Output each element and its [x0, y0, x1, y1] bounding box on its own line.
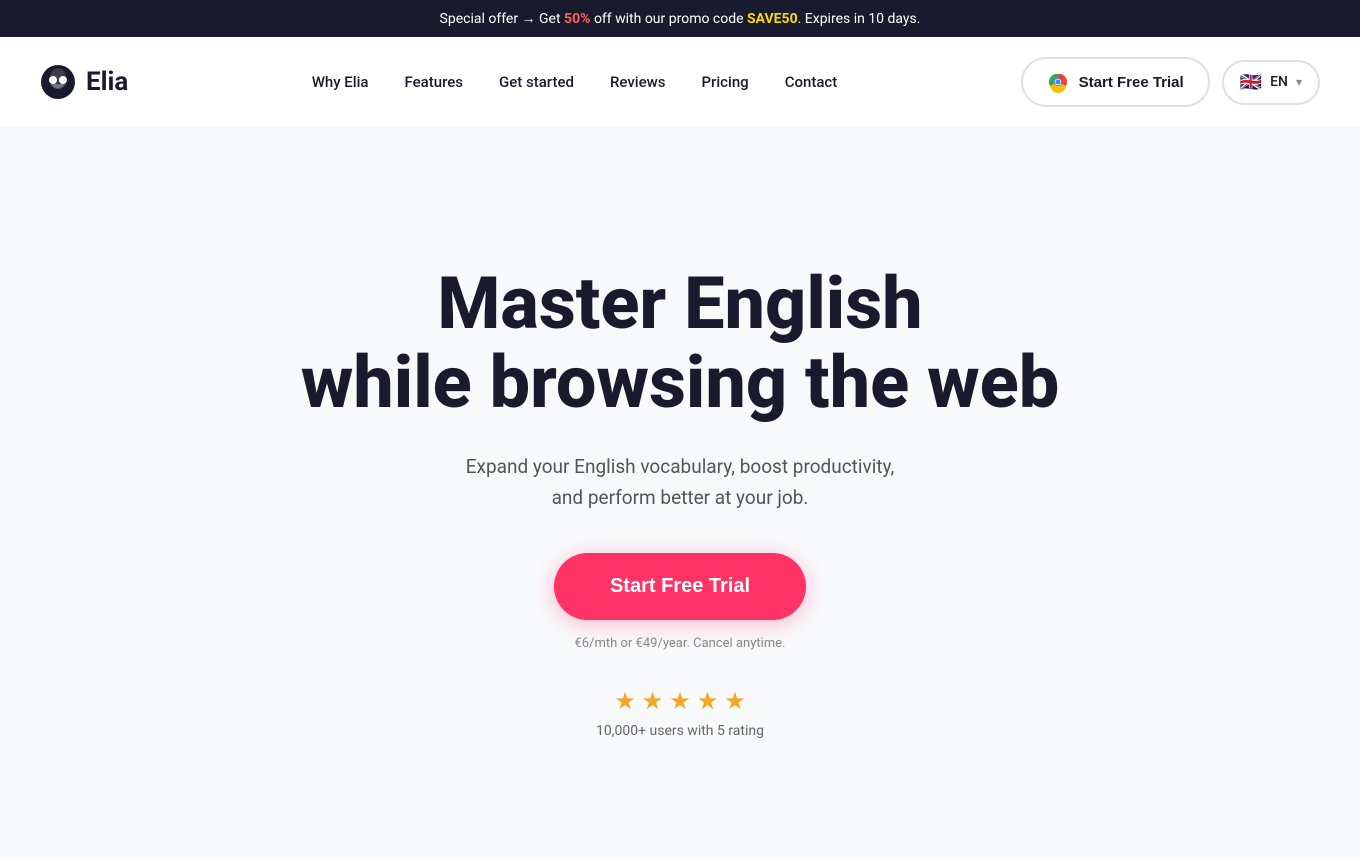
hero-subtitle-line1: Expand your English vocabulary, boost pr…: [466, 455, 895, 478]
banner-text-mid: off with our promo code: [590, 11, 747, 27]
logo-text: Elia: [86, 67, 128, 97]
pricing-note: €6/mth or €49/year. Cancel anytime.: [575, 636, 786, 651]
header-start-trial-button[interactable]: Start Free Trial: [1021, 57, 1210, 107]
star-5: ★: [724, 687, 746, 715]
main-nav: Why Elia Features Get started Reviews Pr…: [312, 73, 838, 91]
hero-subtitle: Expand your English vocabulary, boost pr…: [466, 452, 895, 513]
nav-reviews[interactable]: Reviews: [610, 73, 666, 91]
chrome-icon: [1047, 71, 1069, 93]
rating-text: 10,000+ users with 5 rating: [596, 723, 764, 739]
flag-icon: 🇬🇧: [1240, 72, 1262, 93]
stars-row: ★ ★ ★ ★ ★: [614, 687, 746, 715]
nav-pricing[interactable]: Pricing: [701, 73, 748, 91]
header-right: Start Free Trial 🇬🇧 EN ▾: [1021, 57, 1320, 107]
nav-get-started[interactable]: Get started: [499, 73, 574, 91]
hero-cta-label: Start Free Trial: [610, 575, 750, 597]
hero-headline-line1: Master English: [437, 261, 922, 346]
language-selector[interactable]: 🇬🇧 EN ▾: [1222, 60, 1320, 105]
banner-percent: 50%: [564, 11, 590, 27]
hero-start-trial-button[interactable]: Start Free Trial: [554, 553, 806, 620]
nav-why-elia[interactable]: Why Elia: [312, 73, 369, 91]
banner-text-after: . Expires in 10 days.: [798, 11, 921, 27]
star-3: ★: [669, 687, 691, 715]
logo[interactable]: Elia: [40, 64, 128, 100]
star-4: ★: [697, 687, 719, 715]
top-banner: Special offer → Get 50% off with our pro…: [0, 0, 1360, 37]
nav-contact[interactable]: Contact: [785, 73, 838, 91]
header-cta-label: Start Free Trial: [1079, 74, 1184, 91]
lang-label: EN: [1270, 74, 1288, 90]
hero-headline-line2: while browsing the web: [301, 343, 1059, 422]
hero-section: Master English while browsing the web Ex…: [0, 127, 1360, 856]
hero-headline: Master English while browsing the web: [301, 264, 1059, 422]
banner-text-before: Special offer → Get: [440, 11, 565, 27]
logo-icon: [40, 64, 76, 100]
banner-code: SAVE50: [747, 11, 798, 27]
header: Elia Why Elia Features Get started Revie…: [0, 37, 1360, 127]
star-2: ★: [642, 687, 664, 715]
star-1: ★: [614, 687, 636, 715]
nav-features[interactable]: Features: [405, 73, 463, 91]
chevron-down-icon: ▾: [1296, 75, 1302, 89]
hero-subtitle-line2: and perform better at your job.: [552, 486, 809, 509]
